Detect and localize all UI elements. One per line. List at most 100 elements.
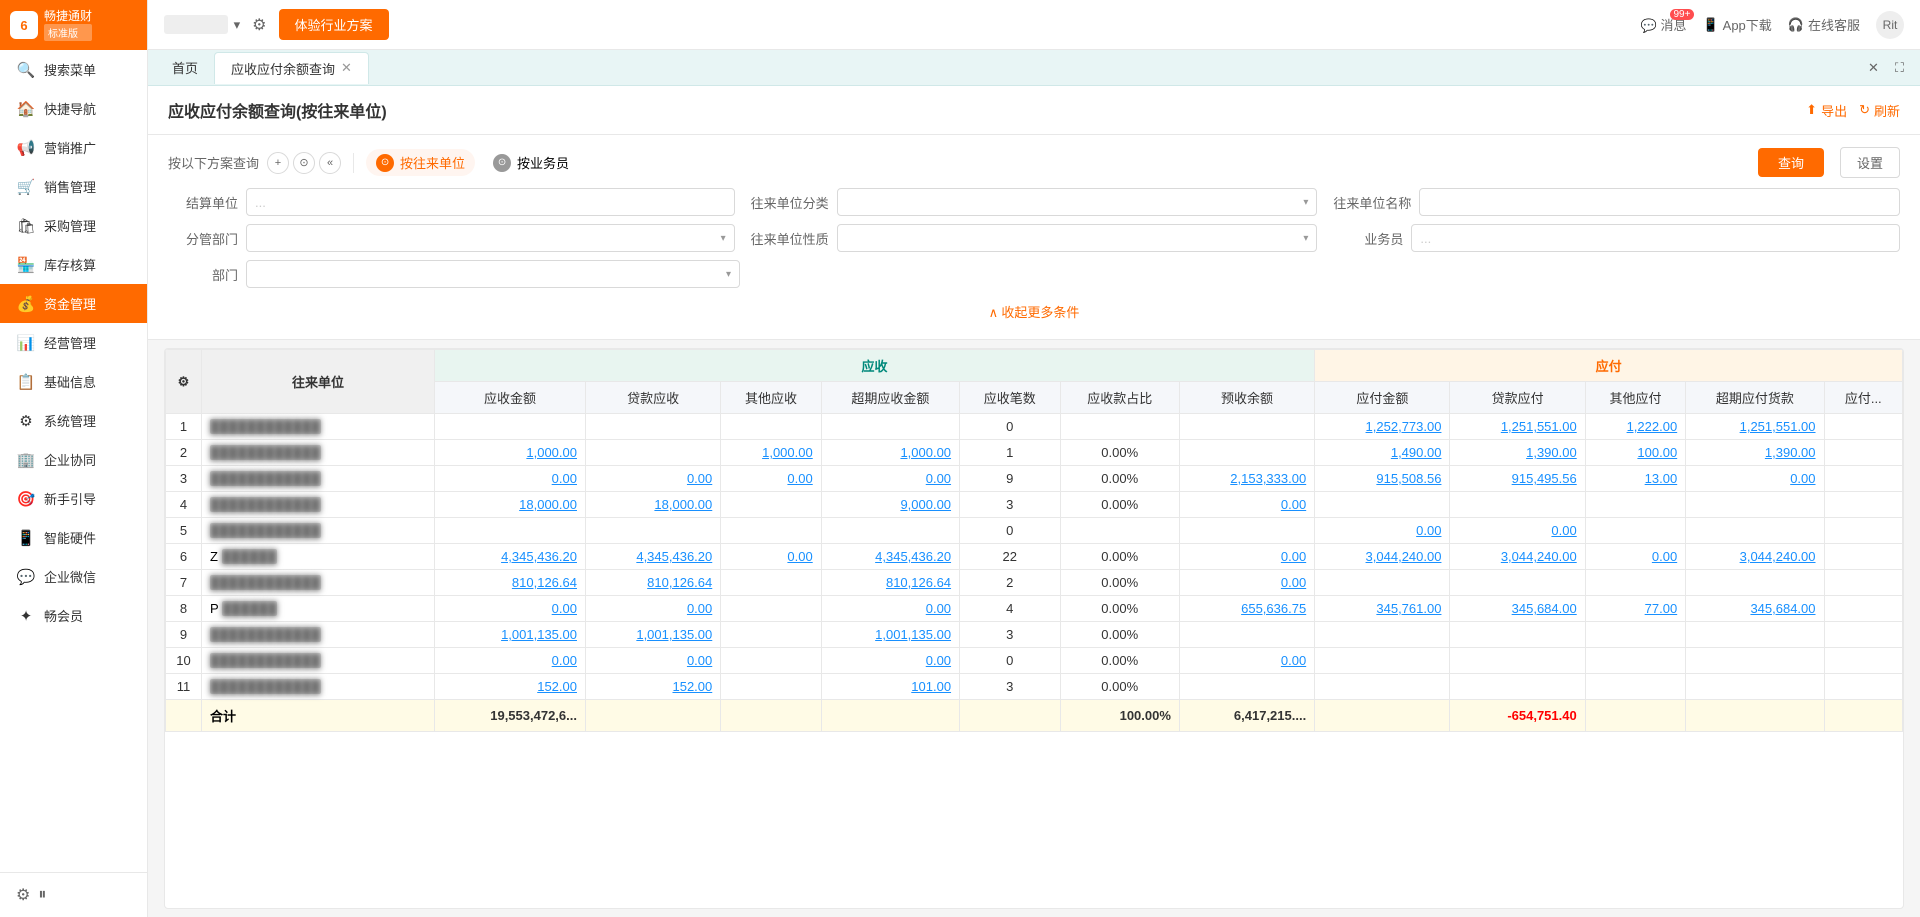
sidebar-item-inventory[interactable]: 🏪库存核算 [0,245,147,284]
row-ar-amount[interactable] [434,518,585,544]
row-ar-loan[interactable] [585,518,720,544]
row-ap-overdue[interactable] [1686,518,1824,544]
table-settings-icon[interactable]: ⚙ [178,374,190,389]
row-ar-other[interactable] [721,648,821,674]
app-download-button[interactable]: 📱 App下载 [1702,15,1771,34]
sidebar-item-hardware[interactable]: 📱智能硬件 [0,518,147,557]
tab-home[interactable]: 首页 [156,52,214,83]
row-ar-other[interactable] [721,492,821,518]
row-ap-overdue[interactable] [1686,570,1824,596]
row-ap-more[interactable] [1824,414,1902,440]
row-ap-amount[interactable] [1315,674,1450,700]
row-ar-prepay[interactable]: 0.00 [1179,570,1314,596]
row-ar-overdue[interactable]: 0.00 [821,596,959,622]
sidebar-item-business[interactable]: 📊经营管理 [0,323,147,362]
filter-by-unit[interactable]: ⊙ 按往来单位 [366,149,475,176]
row-ar-amount[interactable] [434,414,585,440]
row-ap-other[interactable] [1585,622,1685,648]
row-ap-loan[interactable]: 0.00 [1450,518,1585,544]
user-avatar[interactable]: Rit [1876,11,1904,39]
row-ar-overdue[interactable]: 0.00 [821,648,959,674]
row-ap-loan[interactable] [1450,570,1585,596]
sidebar-item-quick-nav[interactable]: 🏠快捷导航 [0,89,147,128]
row-ar-loan[interactable]: 810,126.64 [585,570,720,596]
refresh-button[interactable]: ↻ 刷新 [1859,101,1900,120]
add-scheme-icon[interactable]: + [267,152,289,174]
row-ar-amount[interactable]: 0.00 [434,648,585,674]
row-ar-other[interactable] [721,570,821,596]
row-ar-other[interactable] [721,622,821,648]
dept-input[interactable]: ▾ [246,224,735,252]
settings-bottom-icon[interactable]: ⚙ [16,885,30,905]
row-ap-loan[interactable] [1450,492,1585,518]
scheme-settings-icon[interactable]: ⊙ [293,152,315,174]
footer-ap-loan[interactable]: -654,751.40 [1450,700,1585,732]
row-ap-amount[interactable]: 345,761.00 [1315,596,1450,622]
sidebar-item-purchase[interactable]: 🛍采购管理 [0,206,147,245]
row-ap-other[interactable]: 1,222.00 [1585,414,1685,440]
row-ar-amount[interactable]: 0.00 [434,596,585,622]
row-ap-loan[interactable]: 1,390.00 [1450,440,1585,466]
row-ar-prepay[interactable]: 0.00 [1179,492,1314,518]
th-settings[interactable]: ⚙ [166,350,202,414]
row-ar-amount[interactable]: 18,000.00 [434,492,585,518]
row-ar-loan[interactable]: 0.00 [585,648,720,674]
row-ap-more[interactable] [1824,466,1902,492]
row-ap-other[interactable]: 77.00 [1585,596,1685,622]
row-ar-loan[interactable]: 1,001,135.00 [585,622,720,648]
sidebar-item-basic[interactable]: 📋基础信息 [0,362,147,401]
sidebar-item-wechat[interactable]: 💬企业微信 [0,557,147,596]
row-ar-other[interactable] [721,596,821,622]
row-ar-amount[interactable]: 0.00 [434,466,585,492]
row-ap-more[interactable] [1824,622,1902,648]
row-ar-overdue[interactable]: 1,000.00 [821,440,959,466]
row-ar-prepay[interactable] [1179,622,1314,648]
row-ap-more[interactable] [1824,440,1902,466]
row-ap-loan[interactable] [1450,648,1585,674]
unit-name-input[interactable] [1419,188,1900,216]
tab-balance-query[interactable]: 应收应付余额查询 ✕ [214,52,369,84]
settlement-unit-input[interactable]: ... [246,188,735,216]
row-ap-more[interactable] [1824,492,1902,518]
sidebar-item-marketing[interactable]: 📢营销推广 [0,128,147,167]
row-ar-amount[interactable]: 1,001,135.00 [434,622,585,648]
row-ap-loan[interactable]: 915,495.56 [1450,466,1585,492]
row-ar-amount[interactable]: 810,126.64 [434,570,585,596]
row-ap-other[interactable]: 13.00 [1585,466,1685,492]
row-ar-overdue[interactable]: 0.00 [821,466,959,492]
row-ar-other[interactable] [721,674,821,700]
row-ap-amount[interactable] [1315,492,1450,518]
row-ap-more[interactable] [1824,648,1902,674]
row-ar-loan[interactable]: 0.00 [585,596,720,622]
query-button[interactable]: 查询 [1758,148,1824,177]
row-ar-amount[interactable]: 152.00 [434,674,585,700]
row-ar-other[interactable] [721,518,821,544]
row-ap-overdue[interactable] [1686,622,1824,648]
row-ap-other[interactable] [1585,648,1685,674]
row-ap-loan[interactable]: 345,684.00 [1450,596,1585,622]
tab-close-icon[interactable]: ✕ [341,60,352,76]
row-ap-amount[interactable] [1315,570,1450,596]
row-ar-prepay[interactable] [1179,414,1314,440]
message-button[interactable]: 💬 消息 99+ [1641,15,1687,34]
settings-button[interactable]: 设置 [1840,147,1900,178]
row-ar-prepay[interactable]: 0.00 [1179,544,1314,570]
row-ap-amount[interactable]: 3,044,240.00 [1315,544,1450,570]
collapse-bottom-icon[interactable]: ⏸ [38,886,46,904]
row-ar-other[interactable]: 0.00 [721,466,821,492]
collapse-scheme-icon[interactable]: « [319,152,341,174]
row-ap-more[interactable] [1824,570,1902,596]
row-ar-overdue[interactable] [821,414,959,440]
row-ap-overdue[interactable]: 3,044,240.00 [1686,544,1824,570]
row-ar-overdue[interactable]: 4,345,436.20 [821,544,959,570]
row-ar-other[interactable]: 0.00 [721,544,821,570]
sidebar-item-member[interactable]: ✦畅会员 [0,596,147,635]
row-ap-amount[interactable]: 1,490.00 [1315,440,1450,466]
row-ap-overdue[interactable]: 1,251,551.00 [1686,414,1824,440]
row-ap-overdue[interactable]: 345,684.00 [1686,596,1824,622]
sidebar-item-sales[interactable]: 🛒销售管理 [0,167,147,206]
row-ap-other[interactable] [1585,674,1685,700]
row-ar-loan[interactable]: 18,000.00 [585,492,720,518]
row-ar-other[interactable] [721,414,821,440]
row-ar-overdue[interactable]: 101.00 [821,674,959,700]
